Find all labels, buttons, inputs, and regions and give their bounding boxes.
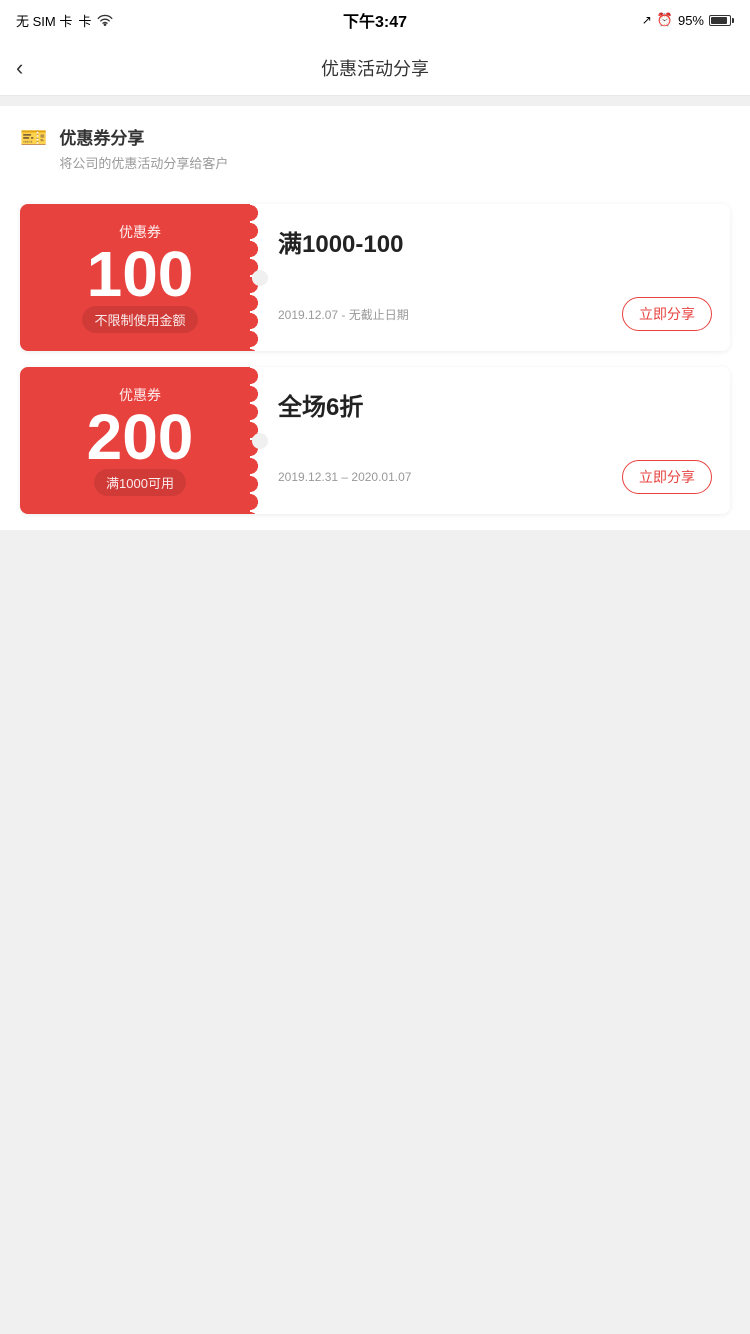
coupon-condition-2: 满1000可用 bbox=[94, 469, 186, 496]
alarm-icon: ⏰ bbox=[657, 12, 673, 28]
coupon-footer-2: 2019.12.31 – 2020.01.07 立即分享 bbox=[278, 460, 712, 494]
section-subtitle: 将公司的优惠活动分享给客户 bbox=[59, 153, 228, 172]
coupon-name-2: 全场6折 bbox=[278, 387, 712, 422]
status-left: 无 SIM 卡 卡 bbox=[16, 11, 113, 30]
coupon-left-1: 优惠券 100 不限制使用金额 bbox=[20, 204, 260, 351]
coupon-right-1: 满1000-100 2019.12.07 - 无截止日期 立即分享 bbox=[260, 204, 730, 351]
section-title: 优惠券分享 bbox=[59, 124, 228, 149]
coupon-right-2: 全场6折 2019.12.31 – 2020.01.07 立即分享 bbox=[260, 367, 730, 514]
status-time: 下午3:47 bbox=[343, 8, 407, 32]
coupon-card-1: 优惠券 100 不限制使用金额 满1000-100 2019.12.07 - 无… bbox=[20, 204, 730, 351]
carrier-label: 无 SIM 卡 bbox=[16, 11, 72, 30]
signal-icon: ↗ bbox=[642, 13, 652, 27]
coupon-footer-1: 2019.12.07 - 无截止日期 立即分享 bbox=[278, 297, 712, 331]
battery-percent: 95% bbox=[678, 13, 704, 28]
share-button-1[interactable]: 立即分享 bbox=[622, 297, 712, 331]
separator-1 bbox=[0, 96, 750, 106]
coupon-name-1: 满1000-100 bbox=[278, 224, 712, 259]
coupon-date-2: 2019.12.31 – 2020.01.07 bbox=[278, 470, 612, 484]
coupon-card-2: 优惠券 200 满1000可用 全场6折 2019.12.31 – 2020.0… bbox=[20, 367, 730, 514]
coupon-condition-1: 不限制使用金额 bbox=[82, 306, 197, 333]
wifi-icon bbox=[97, 14, 113, 26]
coupon-date-1: 2019.12.07 - 无截止日期 bbox=[278, 306, 612, 323]
nav-bar: ‹ 优惠活动分享 bbox=[0, 40, 750, 96]
back-button[interactable]: ‹ bbox=[16, 55, 23, 81]
battery-icon bbox=[709, 15, 734, 26]
coupon-left-2: 优惠券 200 满1000可用 bbox=[20, 367, 260, 514]
coupon-amount-2: 200 bbox=[87, 405, 194, 469]
sim-label: 卡 bbox=[78, 11, 91, 30]
coupon-icon: 🎫 bbox=[20, 125, 47, 151]
page-title: 优惠活动分享 bbox=[321, 55, 429, 81]
coupon-list: 优惠券 100 不限制使用金额 满1000-100 2019.12.07 - 无… bbox=[0, 188, 750, 530]
status-bar: 无 SIM 卡 卡 下午3:47 ↗ ⏰ 95% bbox=[0, 0, 750, 40]
section-text: 优惠券分享 将公司的优惠活动分享给客户 bbox=[59, 124, 228, 172]
section-header: 🎫 优惠券分享 将公司的优惠活动分享给客户 bbox=[0, 106, 750, 188]
share-button-2[interactable]: 立即分享 bbox=[622, 460, 712, 494]
coupon-amount-1: 100 bbox=[87, 242, 194, 306]
status-right: ↗ ⏰ 95% bbox=[642, 12, 734, 28]
empty-area bbox=[0, 530, 750, 1080]
